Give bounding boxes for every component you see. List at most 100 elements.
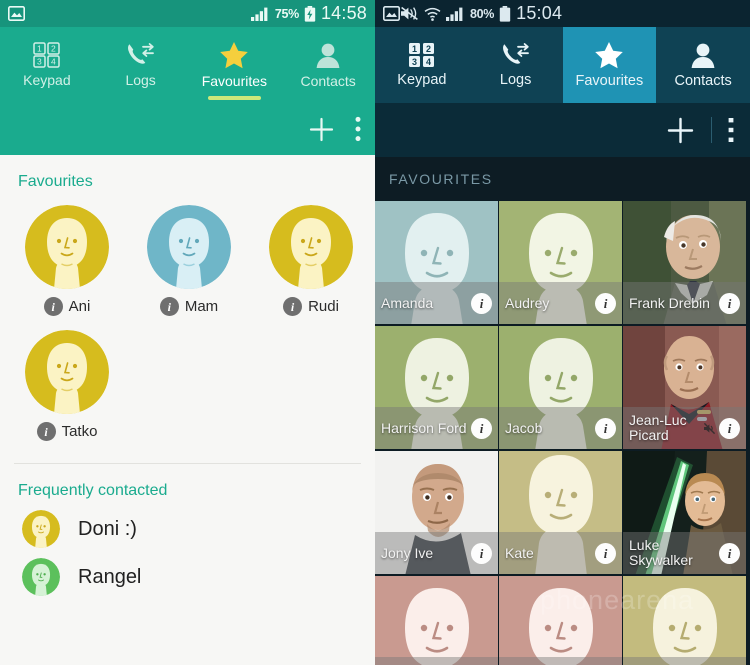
- tile-name: Jean-Luc Picard: [629, 412, 687, 443]
- favourite-tile[interactable]: Amanda i: [375, 201, 499, 326]
- favourites-section-title: Favourites: [18, 173, 93, 190]
- signal-icon: [250, 7, 270, 21]
- frequent-list-item[interactable]: Rangel: [0, 548, 375, 596]
- left-content: Favourites i Ani i Mam i Rudi i Tatko Fr…: [0, 155, 375, 665]
- favourite-name-row: i Mam: [159, 297, 219, 316]
- favourite-name: Rudi: [308, 298, 339, 315]
- info-icon[interactable]: i: [471, 417, 492, 439]
- svg-text:1: 1: [412, 44, 417, 54]
- more-options-button[interactable]: [355, 116, 361, 142]
- right-status-bar: 80% 15:04: [375, 0, 750, 27]
- favourite-item[interactable]: i Ani: [6, 205, 128, 316]
- tile-label-bar: Maria i: [375, 657, 498, 665]
- tile-label-bar: Harrison Ford i: [375, 407, 498, 449]
- info-icon[interactable]: i: [719, 417, 740, 439]
- battery-charging-icon: [304, 5, 316, 22]
- info-icon[interactable]: i: [595, 292, 616, 314]
- avatar: [375, 576, 498, 665]
- left-status-right: 75% 14:58: [250, 3, 367, 24]
- tab-selected-underline: [208, 96, 261, 100]
- frequent-list-item[interactable]: Doni :): [0, 500, 375, 548]
- tab-keypad[interactable]: 1234 Keypad: [375, 27, 469, 103]
- tab-keypad[interactable]: 1234 Keypad: [0, 27, 94, 103]
- tile-label-bar: Frank Drebin i: [623, 282, 746, 324]
- person-icon: [690, 42, 716, 69]
- star-icon: [219, 41, 249, 69]
- tile-label-bar: Jean-Luc Picard i: [623, 407, 746, 449]
- tile-label-bar: Audrey i: [499, 282, 622, 324]
- left-clock: 14:58: [320, 3, 367, 23]
- favourite-tile[interactable]: Audrey i: [499, 201, 623, 326]
- svg-text:2: 2: [51, 44, 56, 54]
- wifi-icon: [424, 7, 441, 21]
- favourite-tile[interactable]: Harrison Ford i: [375, 326, 499, 451]
- frequent-name: Rangel: [78, 565, 142, 588]
- add-button[interactable]: [666, 116, 695, 145]
- favourite-tile[interactable]: Frank Drebin i: [623, 201, 747, 326]
- favourite-name-row: i Rudi: [283, 297, 339, 316]
- keypad-icon: 1234: [408, 42, 435, 68]
- tab-keypad-label: Keypad: [397, 72, 447, 88]
- tab-contacts-label: Contacts: [300, 72, 356, 89]
- tile-name: Jacob: [505, 419, 543, 436]
- tab-contacts[interactable]: Contacts: [656, 27, 750, 103]
- avatar: [25, 205, 109, 289]
- avatar: [499, 576, 622, 665]
- info-icon[interactable]: i: [43, 297, 63, 316]
- signal-icon: [446, 7, 465, 21]
- favourite-tile[interactable]: Maria i: [375, 576, 499, 665]
- action-bar-divider: [711, 117, 712, 143]
- info-icon[interactable]: i: [471, 542, 492, 564]
- tab-logs[interactable]: Logs: [94, 27, 188, 103]
- favourite-tile[interactable]: Jean-Luc Picard i: [623, 326, 747, 451]
- battery-icon: [499, 5, 511, 22]
- tile-label-bar: Kate i: [499, 532, 622, 574]
- more-options-button[interactable]: [728, 117, 734, 143]
- svg-text:2: 2: [426, 44, 431, 54]
- info-icon[interactable]: i: [283, 297, 303, 316]
- image-icon: [383, 6, 400, 21]
- tab-favourites[interactable]: Favourites: [188, 27, 282, 103]
- avatar: [269, 205, 353, 289]
- frequent-name: Doni :): [78, 517, 137, 540]
- add-button[interactable]: [308, 116, 335, 143]
- favourite-tile[interactable]: Richard i: [623, 576, 747, 665]
- image-icon: [8, 6, 25, 21]
- info-icon[interactable]: i: [719, 542, 740, 564]
- favourites-grid: i Ani i Mam i Rudi i Tatko: [0, 191, 375, 455]
- tab-favourites[interactable]: Favourites: [562, 27, 657, 103]
- tab-favourites-label: Favourites: [575, 73, 644, 89]
- favourite-tile[interactable]: Luke Skywalker i: [623, 451, 747, 576]
- info-icon[interactable]: i: [471, 292, 492, 314]
- tab-logs[interactable]: Logs: [469, 27, 563, 103]
- svg-text:1: 1: [37, 44, 42, 54]
- tab-logs-label: Logs: [125, 72, 156, 88]
- tile-name: Frank Drebin: [629, 294, 710, 311]
- tab-keypad-label: Keypad: [23, 72, 71, 88]
- info-icon[interactable]: i: [595, 417, 616, 439]
- favourite-tile[interactable]: Kate i: [499, 451, 623, 576]
- right-tab-bar: 1234 Keypad Logs Favourites Contacts: [375, 27, 750, 103]
- favourites-tile-grid: Amanda i Audrey i Frank Drebin i Harriso…: [375, 201, 750, 665]
- info-icon[interactable]: i: [719, 292, 740, 314]
- info-icon[interactable]: i: [36, 422, 56, 441]
- favourite-item[interactable]: i Mam: [128, 205, 250, 316]
- favourite-name: Mam: [184, 298, 219, 315]
- right-status-right: 80% 15:04: [400, 3, 562, 24]
- tab-contacts[interactable]: Contacts: [281, 27, 375, 103]
- favourite-item[interactable]: i Rudi: [250, 205, 372, 316]
- favourite-tile[interactable]: Max i: [499, 576, 623, 665]
- call-logs-icon: [501, 42, 531, 68]
- favourite-item[interactable]: i Tatko: [6, 330, 128, 441]
- info-icon[interactable]: i: [159, 297, 179, 316]
- left-status-bar: 75% 14:58: [0, 0, 375, 27]
- tile-name: Luke Skywalker: [629, 537, 693, 568]
- info-icon[interactable]: i: [595, 542, 616, 564]
- avatar: [147, 205, 231, 289]
- favourite-tile[interactable]: Jacob i: [499, 326, 623, 451]
- mute-icon: [400, 6, 419, 21]
- tile-label-bar: Max i: [499, 657, 622, 665]
- svg-text:4: 4: [51, 57, 56, 67]
- favourite-tile[interactable]: Jony Ive i: [375, 451, 499, 576]
- tile-label-bar: Amanda i: [375, 282, 498, 324]
